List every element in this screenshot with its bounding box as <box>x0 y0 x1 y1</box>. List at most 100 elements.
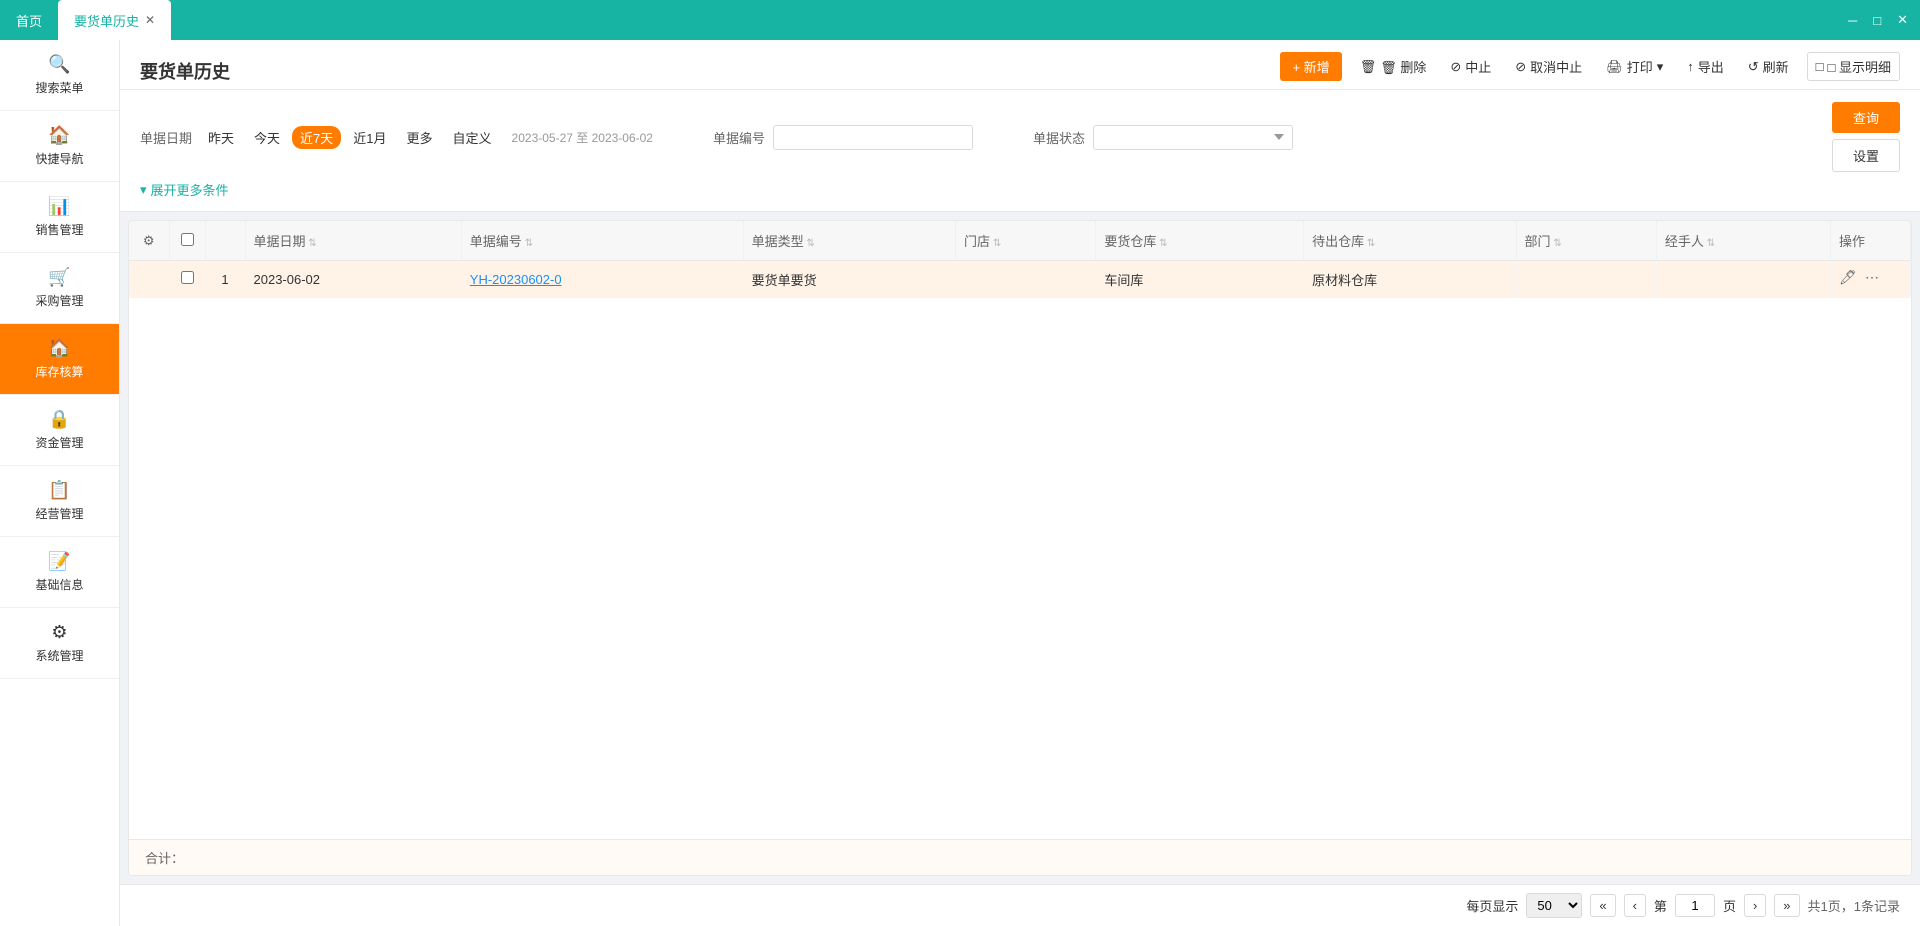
gear-icon: ⚙ <box>51 622 67 643</box>
new-button[interactable]: + 新增 <box>1280 52 1341 81</box>
status-select[interactable] <box>1093 125 1293 150</box>
sidebar-label-operations: 经营管理 <box>35 505 83 522</box>
date-option-today[interactable]: 今天 <box>246 126 288 149</box>
filter-date: 单据日期 昨天 今天 近7天 近1月 更多 自定义 2023-05-27 至 2… <box>140 126 653 149</box>
th-op: 操作 <box>1831 221 1911 261</box>
delete-button[interactable]: 🗑 🗑 删除 <box>1354 53 1433 80</box>
th-doc-no[interactable]: 单据编号 <box>461 221 743 261</box>
setting-button[interactable]: 设置 <box>1832 139 1900 172</box>
expand-more-button[interactable]: ▾ 展开更多条件 <box>140 180 1900 199</box>
page-size-select[interactable]: 50 20 100 <box>1526 893 1582 918</box>
window-controls: ─ □ ✕ <box>1848 12 1920 28</box>
print-button[interactable]: 🖨 打印 ▾ <box>1600 53 1669 80</box>
top-bar: 首页 要货单历史 ✕ ─ □ ✕ <box>0 0 1920 40</box>
tab-home[interactable]: 首页 <box>0 0 58 40</box>
table-header-row: ⚙ 单据日期 单据编号 单据类型 门店 要货仓库 待出仓库 <box>129 221 1911 261</box>
page-label-suffix: 页 <box>1723 896 1736 915</box>
summary-label: 合计： <box>145 848 184 867</box>
row-pending-warehouse: 原材料仓库 <box>1304 261 1516 298</box>
date-label: 单据日期 <box>140 128 192 147</box>
th-date[interactable]: 单据日期 <box>245 221 461 261</box>
sidebar-label-system: 系统管理 <box>35 647 83 664</box>
sidebar-item-purchase[interactable]: 🛒 采购管理 <box>0 253 119 324</box>
row-doc-type: 要货单要货 <box>743 261 955 298</box>
filter-row-1: 单据日期 昨天 今天 近7天 近1月 更多 自定义 2023-05-27 至 2… <box>140 102 1900 172</box>
sidebar-label-inventory: 库存核算 <box>35 363 83 380</box>
th-handler[interactable]: 经手人 <box>1656 221 1830 261</box>
sidebar-item-sales[interactable]: 📊 销售管理 <box>0 182 119 253</box>
doc-number-input[interactable] <box>773 125 973 150</box>
sidebar-item-shortcut[interactable]: 🏠 快捷导航 <box>0 111 119 182</box>
select-all-checkbox[interactable] <box>181 233 194 246</box>
window-max-button[interactable]: □ <box>1873 13 1881 28</box>
refresh-icon: ↺ <box>1748 59 1759 75</box>
date-option-custom[interactable]: 自定义 <box>445 126 500 149</box>
row-op: 🖊 ⋯ <box>1831 261 1911 298</box>
date-option-yesterday[interactable]: 昨天 <box>200 126 242 149</box>
print-dropdown-icon: ▾ <box>1657 59 1664 75</box>
tab-bar: 首页 要货单历史 ✕ <box>0 0 1848 40</box>
sidebar-item-basic[interactable]: 📝 基础信息 <box>0 537 119 608</box>
th-req-warehouse[interactable]: 要货仓库 <box>1096 221 1304 261</box>
row-req-warehouse: 车间库 <box>1096 261 1304 298</box>
sidebar-label-shortcut: 快捷导航 <box>35 150 83 167</box>
inventory-icon: 🏠 <box>48 338 70 359</box>
row-doc-no[interactable]: YH-20230602-0 <box>461 261 743 298</box>
window-close-button[interactable]: ✕ <box>1897 12 1908 28</box>
date-options: 昨天 今天 近7天 近1月 更多 自定义 <box>200 126 500 149</box>
table-row: 1 2023-06-02 YH-20230602-0 要货单要货 车间库 原材料… <box>129 261 1911 298</box>
date-option-more[interactable]: 更多 <box>399 126 441 149</box>
filter-actions: 查询 设置 <box>1832 102 1900 172</box>
th-store[interactable]: 门店 <box>956 221 1096 261</box>
cart-icon: 🛒 <box>48 267 70 288</box>
refresh-button[interactable]: ↺ 刷新 <box>1742 53 1795 80</box>
sidebar-item-finance[interactable]: 🔒 资金管理 <box>0 395 119 466</box>
page-total: 共1页，1条记录 <box>1808 896 1900 915</box>
th-settings[interactable]: ⚙ <box>129 221 169 261</box>
display-detail-button[interactable]: □ □ 显示明细 <box>1807 52 1900 81</box>
sidebar-item-operations[interactable]: 📋 经营管理 <box>0 466 119 537</box>
export-icon: ↑ <box>1687 59 1694 74</box>
sidebar-label-search: 搜索菜单 <box>35 79 83 96</box>
content-area: 要货单历史 + 新增 🗑 🗑 删除 ⊘ 中止 ⊘ 取消中止 🖨 打印 <box>120 40 1920 926</box>
last-page-button[interactable]: » <box>1774 894 1799 917</box>
date-option-1month[interactable]: 近1月 <box>345 126 394 149</box>
chart-icon: 📊 <box>48 196 70 217</box>
th-checkbox[interactable] <box>169 221 205 261</box>
stop-button[interactable]: ⊘ 中止 <box>1444 53 1497 80</box>
sidebar-item-system[interactable]: ⚙ 系统管理 <box>0 608 119 679</box>
prev-page-button[interactable]: ‹ <box>1624 894 1646 917</box>
delete-icon: 🗑 <box>1360 59 1377 75</box>
page-number-input[interactable] <box>1675 894 1715 917</box>
row-checkbox[interactable] <box>169 261 205 298</box>
page-label-prefix: 第 <box>1654 896 1667 915</box>
data-table: ⚙ 单据日期 单据编号 单据类型 门店 要货仓库 待出仓库 <box>129 221 1911 298</box>
window-min-button[interactable]: ─ <box>1848 13 1857 28</box>
tab-requisition-history[interactable]: 要货单历史 ✕ <box>58 0 171 40</box>
checkbox-icon: □ <box>1816 59 1824 74</box>
row-store <box>956 261 1096 298</box>
first-page-button[interactable]: « <box>1590 894 1615 917</box>
query-button[interactable]: 查询 <box>1832 102 1900 133</box>
table-body: 1 2023-06-02 YH-20230602-0 要货单要货 车间库 原材料… <box>129 261 1911 298</box>
th-doc-type[interactable]: 单据类型 <box>743 221 955 261</box>
th-pending-warehouse[interactable]: 待出仓库 <box>1304 221 1516 261</box>
table-area: ⚙ 单据日期 单据编号 单据类型 门店 要货仓库 待出仓库 <box>128 220 1912 876</box>
sidebar-label-basic: 基础信息 <box>35 576 83 593</box>
row-edit-icon[interactable]: 🖊 <box>1839 269 1859 289</box>
next-page-button[interactable]: › <box>1744 894 1766 917</box>
table-footer: 合计： <box>129 839 1911 875</box>
sidebar-item-search[interactable]: 🔍 搜索菜单 <box>0 40 119 111</box>
page-size-label: 每页显示 <box>1466 896 1518 915</box>
date-option-7days[interactable]: 近7天 <box>292 126 341 149</box>
sidebar-label-sales: 销售管理 <box>35 221 83 238</box>
th-dept[interactable]: 部门 <box>1516 221 1656 261</box>
toolbar: + 新增 🗑 🗑 删除 ⊘ 中止 ⊘ 取消中止 🖨 打印 ▾ <box>1280 52 1900 89</box>
sidebar-item-inventory[interactable]: 🏠 库存核算 <box>0 324 119 395</box>
cancel-stop-button[interactable]: ⊘ 取消中止 <box>1509 53 1588 80</box>
row-more-icon[interactable]: ⋯ <box>1865 269 1885 289</box>
settings-icon[interactable]: ⚙ <box>143 233 155 248</box>
lock-icon: 🔒 <box>48 409 70 430</box>
tab-close-icon[interactable]: ✕ <box>145 13 155 27</box>
export-button[interactable]: ↑ 导出 <box>1681 53 1730 80</box>
